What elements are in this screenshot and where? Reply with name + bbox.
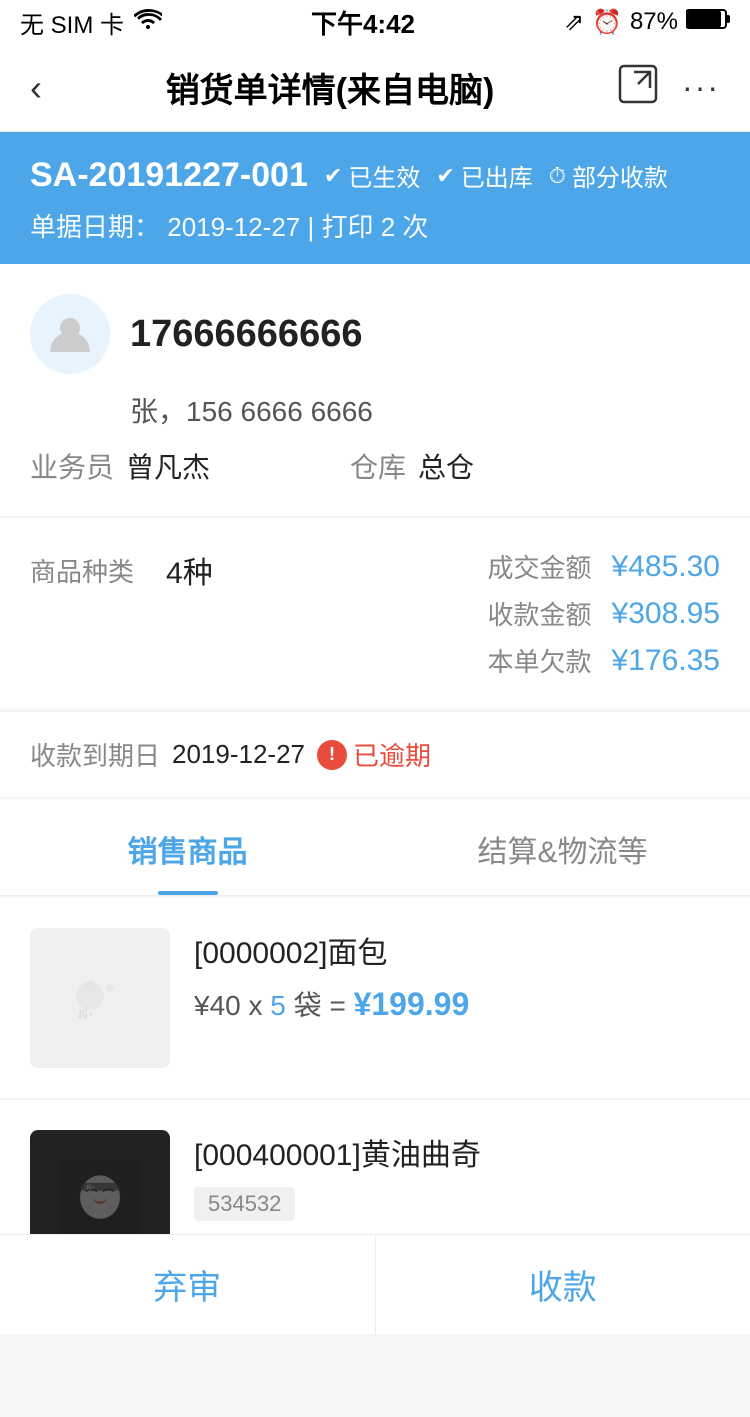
warehouse-label: 仓库 <box>350 446 406 486</box>
warehouse-value: 总仓 <box>418 446 474 486</box>
nav-bar: ‹ 销货单详情(来自电脑) ··· <box>0 44 750 132</box>
status-right: ⇗ ⏰ 87% <box>564 8 730 37</box>
product-image-1: 超+ <box>30 928 170 1068</box>
overdue-text: 已逾期 <box>353 736 431 773</box>
collect-button[interactable]: 收款 <box>376 1235 750 1334</box>
overdue-badge: ! 已逾期 <box>317 736 431 773</box>
summary-section: 商品种类 4种 成交金额 ¥485.30 收款金额 ¥308.95 本单欠款 ¥… <box>0 518 750 709</box>
order-header: SA-20191227-001 ✔ 已生效 ✔ 已出库 ⏱ 部分收款 单据日期：… <box>0 132 750 264</box>
table-row: 超+ [0000002]面包 ¥40 x 5 袋 = ¥199.99 <box>0 898 750 1098</box>
status-time: 下午4:42 <box>311 4 415 41</box>
overdue-icon: ! <box>317 740 347 770</box>
customer-details: 业务员 曾凡杰 仓库 总仓 <box>30 446 720 486</box>
received-value: ¥308.95 <box>612 597 720 631</box>
page-title: 销货单详情(来自电脑) <box>166 63 495 112</box>
customer-id: 17666666666 <box>130 313 362 356</box>
tab-settlement[interactable]: 结算&物流等 <box>375 799 750 895</box>
category-label: 商品种类 <box>30 552 134 589</box>
share-icon[interactable] <box>618 64 658 111</box>
order-id: SA-20191227-001 <box>30 156 308 195</box>
customer-section: 17666666666 张，156 6666 6666 业务员 曾凡杰 仓库 总… <box>0 264 750 516</box>
amount-label: 成交金额 <box>488 548 592 585</box>
order-meta: 单据日期： 2019-12-27 | 打印 2 次 <box>30 207 720 244</box>
battery-icon <box>686 8 730 37</box>
status-badge-2: ✔ 已出库 <box>436 158 532 193</box>
nav-actions: ··· <box>618 64 720 111</box>
alarm-icon: ⏰ <box>592 8 622 37</box>
owed-label: 本单欠款 <box>488 642 592 679</box>
received-label: 收款金额 <box>488 595 592 632</box>
tab-sales-products[interactable]: 销售商品 <box>0 799 375 895</box>
product-sku-2: 534532 <box>194 1187 295 1221</box>
bottom-bar: 弃审 收款 <box>0 1234 750 1334</box>
amount-value: ¥485.30 <box>612 550 720 584</box>
avatar <box>30 294 110 374</box>
due-date: 2019-12-27 <box>172 739 305 770</box>
salesperson-label: 业务员 <box>30 446 114 486</box>
status-left: 无 SIM 卡 <box>20 5 162 40</box>
tabs-section: 销售商品 结算&物流等 <box>0 799 750 896</box>
tabs-row: 销售商品 结算&物流等 <box>0 799 750 896</box>
more-icon[interactable]: ··· <box>682 69 720 106</box>
back-button[interactable]: ‹ <box>30 67 42 109</box>
status-badge-3: ⏱ 部分收款 <box>549 158 668 193</box>
category-count: 4种 <box>166 548 213 592</box>
owed-value: ¥176.35 <box>612 644 720 678</box>
svg-text:超+: 超+ <box>78 1008 94 1021</box>
product-name-1: [0000002]面包 <box>194 928 720 972</box>
due-section: 收款到期日 2019-12-27 ! 已逾期 <box>0 711 750 797</box>
summary-amounts: 成交金额 ¥485.30 收款金额 ¥308.95 本单欠款 ¥176.35 <box>488 548 720 679</box>
cancel-button[interactable]: 弃审 <box>0 1235 376 1334</box>
due-label: 收款到期日 <box>30 736 160 773</box>
status-badge-1: ✔ 已生效 <box>324 158 420 193</box>
product-price-1: ¥40 x 5 袋 = ¥199.99 <box>194 984 720 1024</box>
battery-text: 87% <box>630 8 678 36</box>
status-bar: 无 SIM 卡 下午4:42 ⇗ ⏰ 87% <box>0 0 750 44</box>
product-info-1: [0000002]面包 ¥40 x 5 袋 = ¥199.99 <box>194 928 720 1024</box>
customer-contact: 张，156 6666 6666 <box>30 390 720 430</box>
product-name-2: [000400001]黄油曲奇 <box>194 1130 720 1174</box>
carrier-text: 无 SIM 卡 <box>20 5 124 40</box>
wifi-icon <box>134 8 162 36</box>
location-icon: ⇗ <box>564 8 584 37</box>
salesperson-value: 曾凡杰 <box>126 446 210 486</box>
